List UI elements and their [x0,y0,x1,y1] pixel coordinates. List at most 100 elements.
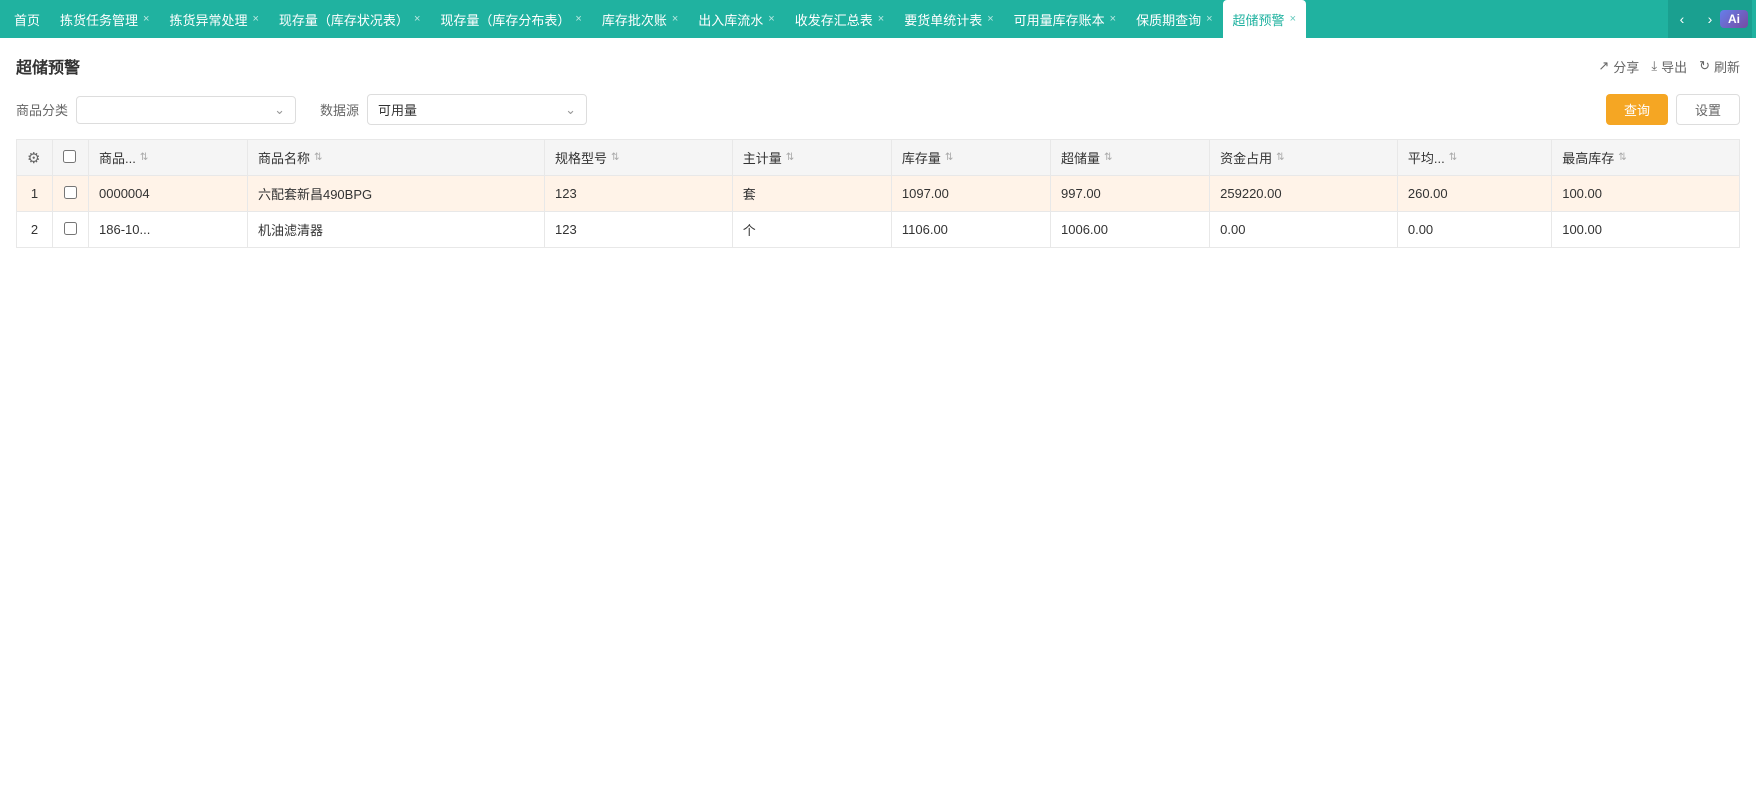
th-settings: ⚙ [17,140,53,176]
category-filter-label: 商品分类 [16,100,68,119]
nav-item-order-stats[interactable]: 要货单统计表 × [894,0,1003,38]
th-max-stock-sort[interactable]: 最高库存 ⇅ [1562,148,1729,167]
category-filter: 商品分类 ⌄ [16,96,296,124]
cell-stock: 1106.00 [891,212,1050,248]
nav-home[interactable]: 首页 [4,0,50,38]
row-num-cell: 2 [17,212,53,248]
datasource-select[interactable]: 可用量 ⌄ [367,94,587,125]
main-content: 超储预警 ↗ 分享 ⤓ 导出 ↻ 刷新 商品分类 ⌄ 数据源 [0,38,1756,800]
share-icon: ↗ [1598,58,1609,74]
cell-max_stock: 100.00 [1552,212,1740,248]
settings-button[interactable]: 设置 [1676,94,1740,125]
nav-item-close-batch-account[interactable]: × [672,13,678,25]
select-all-checkbox[interactable] [63,150,76,163]
nav-item-receive-summary[interactable]: 收发存汇总表 × [785,0,894,38]
cell-overstock: 1006.00 [1051,212,1210,248]
nav-item-label-task-mgmt: 拣货任务管理 [60,10,138,29]
nav-item-label-inout-flow: 出入库流水 [698,10,763,29]
datasource-select-value: 可用量 [378,100,417,119]
nav-item-inventory-dist[interactable]: 现存量（库存分布表） × [430,0,591,38]
export-label: 导出 [1661,57,1687,76]
th-overstock: 超储量 ⇅ [1051,140,1210,176]
sort-icon-product-name: ⇅ [314,152,322,163]
page-header: 超储预警 ↗ 分享 ⤓ 导出 ↻ 刷新 [16,54,1740,78]
nav-item-overstock-alert[interactable]: 超储预警 × [1223,0,1306,38]
cell-product_name: 机油滤清器 [247,212,544,248]
nav-item-abnormal[interactable]: 拣货异常处理 × [159,0,268,38]
th-avg-sort[interactable]: 平均... ⇅ [1408,148,1541,167]
export-button[interactable]: ⤓ 导出 [1651,57,1687,76]
th-capital-sort[interactable]: 资金占用 ⇅ [1220,148,1387,167]
th-stock: 库存量 ⇅ [891,140,1050,176]
th-spec: 规格型号 ⇅ [545,140,733,176]
th-overstock-sort[interactable]: 超储量 ⇅ [1061,148,1199,167]
nav-item-inventory-status[interactable]: 现存量（库存状况表） × [269,0,430,38]
th-product-name: 商品名称 ⇅ [247,140,544,176]
datasource-chevron-icon: ⌄ [565,102,576,118]
row-checkbox[interactable] [64,186,77,199]
sort-icon-max-stock: ⇅ [1618,152,1626,163]
datasource-filter-label: 数据源 [320,100,359,119]
th-stock-sort[interactable]: 库存量 ⇅ [902,148,1040,167]
nav-item-label-available-account: 可用量库存账本 [1014,10,1105,29]
nav-item-batch-account[interactable]: 库存批次账 × [592,0,688,38]
nav-item-close-order-stats[interactable]: × [987,13,993,25]
cell-capital: 0.00 [1210,212,1398,248]
cell-capital: 259220.00 [1210,176,1398,212]
th-unit: 主计量 ⇅ [732,140,891,176]
nav-item-available-account[interactable]: 可用量库存账本 × [1004,0,1126,38]
cell-avg: 260.00 [1397,176,1551,212]
nav-item-close-receive-summary[interactable]: × [878,13,884,25]
nav-item-inout-flow[interactable]: 出入库流水 × [688,0,784,38]
th-capital: 资金占用 ⇅ [1210,140,1398,176]
th-spec-sort[interactable]: 规格型号 ⇅ [555,148,722,167]
th-product-code-sort[interactable]: 商品... ⇅ [99,148,237,167]
sort-icon-unit: ⇅ [786,152,794,163]
nav-item-close-task-mgmt[interactable]: × [143,13,149,25]
nav-item-close-overstock-alert[interactable]: × [1290,13,1296,25]
table-row: 2186-10...机油滤清器123个1106.001006.000.000.0… [17,212,1740,248]
sort-icon-avg: ⇅ [1449,152,1457,163]
cell-max_stock: 100.00 [1552,176,1740,212]
nav-item-task-mgmt[interactable]: 拣货任务管理 × [50,0,159,38]
category-select[interactable]: ⌄ [76,96,296,124]
cell-unit: 个 [732,212,891,248]
nav-item-label-inventory-status: 现存量（库存状况表） [279,10,409,29]
nav-item-label-expiry-query: 保质期查询 [1136,10,1201,29]
row-checkbox[interactable] [64,222,77,235]
share-button[interactable]: ↗ 分享 [1598,57,1639,76]
row-num-cell: 1 [17,176,53,212]
nav-item-close-expiry-query[interactable]: × [1206,13,1212,25]
filter-actions: 查询 设置 [1606,94,1740,125]
row-checkbox-cell [53,212,89,248]
nav-item-close-inventory-dist[interactable]: × [575,13,581,25]
cell-stock: 1097.00 [891,176,1050,212]
nav-item-close-abnormal[interactable]: × [252,13,258,25]
nav-prev-button[interactable]: ‹ [1668,0,1696,38]
row-checkbox-cell [53,176,89,212]
nav-item-label-batch-account: 库存批次账 [602,10,667,29]
refresh-button[interactable]: ↻ 刷新 [1699,57,1740,76]
nav-item-close-inventory-status[interactable]: × [414,13,420,25]
cell-unit: 套 [732,176,891,212]
query-button[interactable]: 查询 [1606,94,1668,125]
th-product-code: 商品... ⇅ [89,140,248,176]
nav-item-close-inout-flow[interactable]: × [768,13,774,25]
export-icon: ⤓ [1651,58,1657,74]
sort-icon-spec: ⇅ [611,152,619,163]
th-max-stock: 最高库存 ⇅ [1552,140,1740,176]
datasource-filter: 数据源 可用量 ⌄ [320,94,587,125]
nav-item-label-abnormal: 拣货异常处理 [169,10,247,29]
ai-badge[interactable]: Ai [1720,10,1748,28]
table-header-row: ⚙ 商品... ⇅ 商品名称 ⇅ [17,140,1740,176]
nav-item-close-available-account[interactable]: × [1110,13,1116,25]
nav-item-expiry-query[interactable]: 保质期查询 × [1126,0,1222,38]
cell-product_code: 0000004 [89,176,248,212]
th-product-name-sort[interactable]: 商品名称 ⇅ [258,148,534,167]
th-unit-sort[interactable]: 主计量 ⇅ [743,148,881,167]
table-settings-gear-icon[interactable]: ⚙ [27,150,40,167]
th-checkbox [53,140,89,176]
sort-icon-product-code: ⇅ [140,152,148,163]
sort-icon-capital: ⇅ [1276,152,1284,163]
cell-spec: 123 [545,176,733,212]
